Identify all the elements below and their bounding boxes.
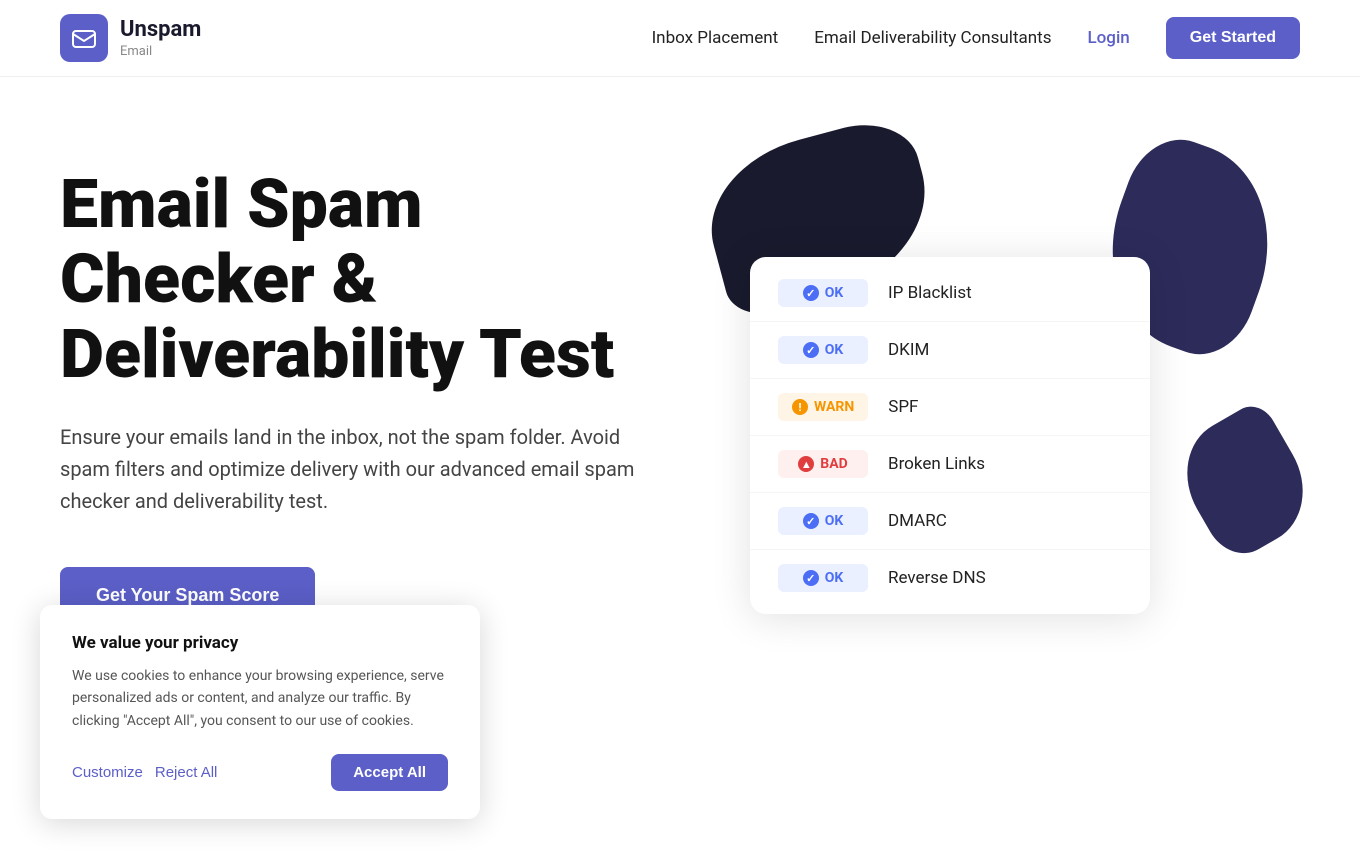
badge-label: WARN <box>814 399 854 415</box>
hero-title-line1: Email Spam <box>60 164 423 244</box>
brand-name: Unspam <box>120 17 201 43</box>
hero-left: Email Spam Checker & Deliverability Test… <box>60 137 680 624</box>
nav-get-started-button[interactable]: Get Started <box>1166 17 1300 59</box>
status-badge: ▲ BAD <box>778 450 868 478</box>
check-row: ✓ OK DMARC <box>750 493 1150 550</box>
nav-inbox-placement[interactable]: Inbox Placement <box>652 28 779 48</box>
badge-label: BAD <box>820 456 847 472</box>
check-panel: ✓ OK IP Blacklist ✓ OK DKIM ! WARN SPF ▲… <box>750 257 1150 614</box>
logo-area: Unspam Email <box>60 14 201 62</box>
nav-consultants[interactable]: Email Deliverability Consultants <box>814 28 1051 48</box>
check-label: Reverse DNS <box>888 568 986 588</box>
blob-container: ✓ OK IP Blacklist ✓ OK DKIM ! WARN SPF ▲… <box>740 137 1240 757</box>
status-badge: ✓ OK <box>778 507 868 535</box>
check-label: IP Blacklist <box>888 283 972 303</box>
check-row: ✓ OK DKIM <box>750 322 1150 379</box>
check-row: ✓ OK Reverse DNS <box>750 550 1150 606</box>
badge-icon: ✓ <box>803 342 819 358</box>
cookie-customize-button[interactable]: Customize <box>72 764 143 781</box>
check-label: Broken Links <box>888 454 985 474</box>
status-badge: ! WARN <box>778 393 868 421</box>
hero-right: ✓ OK IP Blacklist ✓ OK DKIM ! WARN SPF ▲… <box>680 137 1300 757</box>
logo-text-area: Unspam Email <box>120 17 201 58</box>
cookie-buttons: Customize Reject All Accept All <box>72 754 448 791</box>
badge-label: OK <box>825 570 844 586</box>
badge-icon: ▲ <box>798 456 814 472</box>
badge-icon: ! <box>792 399 808 415</box>
check-row: ▲ BAD Broken Links <box>750 436 1150 493</box>
cookie-accept-button[interactable]: Accept All <box>331 754 448 791</box>
check-label: DMARC <box>888 511 947 531</box>
status-badge: ✓ OK <box>778 564 868 592</box>
badge-label: OK <box>825 513 844 529</box>
hero-title-line3: Deliverability Test <box>60 314 614 394</box>
check-row: ! WARN SPF <box>750 379 1150 436</box>
cookie-banner: We value your privacy We use cookies to … <box>40 605 480 819</box>
badge-icon: ✓ <box>803 513 819 529</box>
status-badge: ✓ OK <box>778 279 868 307</box>
logo-icon <box>60 14 108 62</box>
hero-title-line2: Checker & <box>60 239 378 319</box>
cookie-title: We value your privacy <box>72 633 448 653</box>
nav-login[interactable]: Login <box>1087 28 1129 48</box>
badge-icon: ✓ <box>803 285 819 301</box>
check-label: SPF <box>888 397 918 417</box>
check-row: ✓ OK IP Blacklist <box>750 265 1150 322</box>
cookie-reject-button[interactable]: Reject All <box>155 764 218 781</box>
status-badge: ✓ OK <box>778 336 868 364</box>
header: Unspam Email Inbox Placement Email Deliv… <box>0 0 1360 77</box>
badge-label: OK <box>825 342 844 358</box>
cookie-body: We use cookies to enhance your browsing … <box>72 665 448 732</box>
hero-title: Email Spam Checker & Deliverability Test <box>60 167 680 391</box>
badge-icon: ✓ <box>803 570 819 586</box>
main-nav: Inbox Placement Email Deliverability Con… <box>652 17 1300 59</box>
brand-tagline: Email <box>120 44 201 59</box>
blob-dark-bottom-right <box>1165 398 1325 566</box>
badge-label: OK <box>825 285 844 301</box>
check-label: DKIM <box>888 340 929 360</box>
hero-subtitle: Ensure your emails land in the inbox, no… <box>60 421 640 517</box>
